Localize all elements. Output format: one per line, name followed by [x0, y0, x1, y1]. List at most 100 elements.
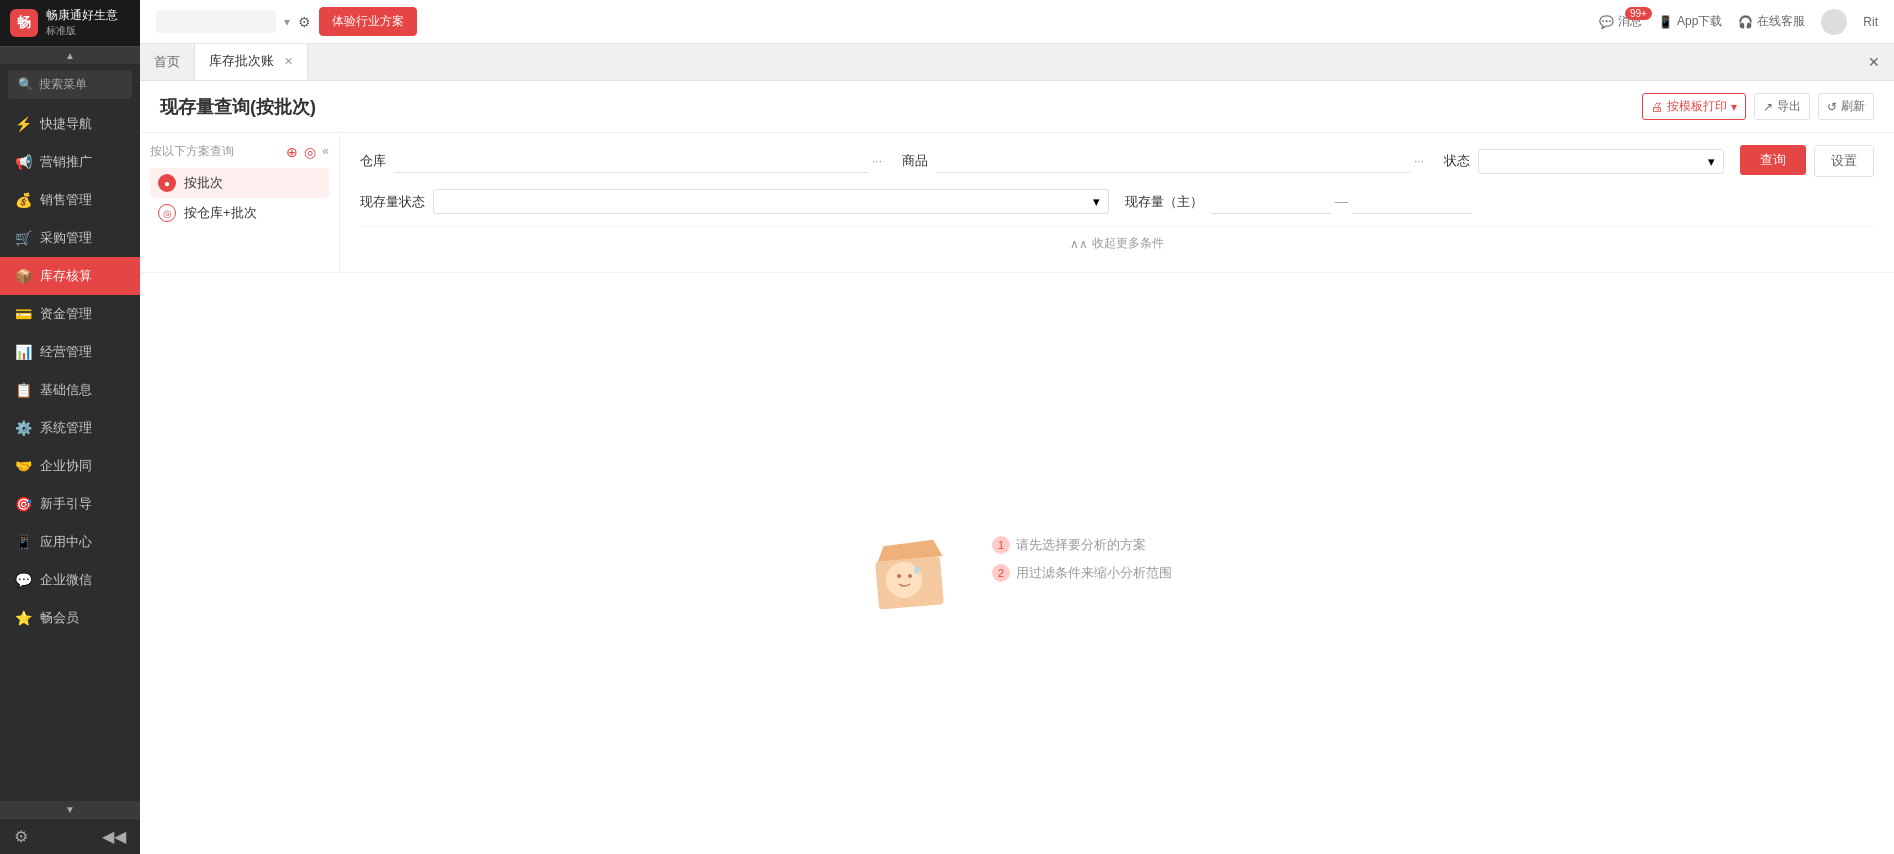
- service-icon: 🎧: [1738, 15, 1753, 29]
- print-btn[interactable]: 🖨 按模板打印 ▾: [1642, 93, 1746, 120]
- page-title: 现存量查询(按批次): [160, 95, 316, 119]
- tab-bar: 首页 库存批次账 ✕ ✕: [140, 44, 1894, 81]
- messages-btn[interactable]: 💬 消息 99+: [1599, 13, 1642, 30]
- stock-status-field: 现存量状态 ▾: [360, 189, 1109, 214]
- online-service-btn[interactable]: 🎧 在线客服: [1738, 13, 1805, 30]
- filter-scheme-panel: 按以下方案查询 ⊕ ◎ « ● 按批次 ◎ 按仓库+批次: [140, 133, 340, 272]
- tab-close-icon[interactable]: ✕: [284, 55, 293, 67]
- topbar-dropdown-icon[interactable]: ▾: [284, 15, 290, 29]
- finance-icon: 💳: [14, 305, 32, 323]
- stock-qty-label: 现存量（主）: [1125, 193, 1203, 211]
- product-field: 商品 ···: [902, 149, 1428, 173]
- product-more-btn[interactable]: ···: [1410, 154, 1428, 168]
- warehouse-field: 仓库 ···: [360, 149, 886, 173]
- basic-icon: 📋: [14, 381, 32, 399]
- scheme-item-warehouse-batch[interactable]: ◎ 按仓库+批次: [150, 198, 329, 228]
- sales-icon: 💰: [14, 191, 32, 209]
- sidebar-item-enterprise[interactable]: 🤝 企业协同: [0, 447, 140, 485]
- status-label: 状态: [1444, 152, 1470, 170]
- search-icon: 🔍: [18, 77, 33, 91]
- app-icon: 📱: [1658, 15, 1673, 29]
- query-button[interactable]: 查询: [1740, 145, 1806, 175]
- sidebar-item-label: 营销推广: [40, 153, 92, 171]
- status-select[interactable]: ▾: [1478, 149, 1724, 174]
- stock-qty-max-input[interactable]: [1352, 190, 1472, 214]
- experience-btn[interactable]: 体验行业方案: [319, 7, 417, 36]
- sidebar-item-system[interactable]: ⚙️ 系统管理: [0, 409, 140, 447]
- empty-tip-2: 2 用过滤条件来缩小分析范围: [992, 564, 1172, 582]
- sidebar-item-appstore[interactable]: 📱 应用中心: [0, 523, 140, 561]
- sidebar: 畅 畅康通好生意 标准版 ▲ 🔍 搜索菜单 ⚡ 快捷导航 📢 营销推广 💰 销售…: [0, 0, 140, 854]
- sidebar-item-quick[interactable]: ⚡ 快捷导航: [0, 105, 140, 143]
- sidebar-item-inventory[interactable]: 📦 库存核算: [0, 257, 140, 295]
- messages-badge: 99+: [1625, 7, 1652, 20]
- warehouse-more-btn[interactable]: ···: [868, 154, 886, 168]
- tab-inventory-batch[interactable]: 库存批次账 ✕: [195, 44, 308, 80]
- sidebar-item-label: 系统管理: [40, 419, 92, 437]
- stock-qty-min-input[interactable]: [1211, 190, 1331, 214]
- scheme-item-batch[interactable]: ● 按批次: [150, 168, 329, 198]
- sidebar-item-purchase[interactable]: 🛒 采购管理: [0, 219, 140, 257]
- print-icon: 🖨: [1651, 100, 1663, 114]
- sidebar-item-basic[interactable]: 📋 基础信息: [0, 371, 140, 409]
- status-field: 状态 ▾: [1444, 149, 1724, 174]
- settings-icon[interactable]: ⚙: [14, 827, 28, 846]
- empty-state: 1 请先选择要分析的方案 2 用过滤条件来缩小分析范围: [140, 273, 1894, 854]
- sidebar-item-newbie[interactable]: 🎯 新手引导: [0, 485, 140, 523]
- collapse-sidebar-icon[interactable]: ◀◀: [102, 827, 126, 846]
- export-btn[interactable]: ↗ 导出: [1754, 93, 1810, 120]
- stock-status-select[interactable]: ▾: [433, 189, 1109, 214]
- collapse-panel-btn[interactable]: «: [322, 144, 329, 160]
- scheme-dot-secondary: ◎: [158, 204, 176, 222]
- sidebar-scroll-up[interactable]: ▲: [0, 47, 140, 64]
- status-dropdown-icon: ▾: [1708, 154, 1715, 169]
- sidebar-scroll-down[interactable]: ▼: [0, 801, 140, 818]
- sidebar-item-sales[interactable]: 💰 销售管理: [0, 181, 140, 219]
- sidebar-item-finance[interactable]: 💳 资金管理: [0, 295, 140, 333]
- export-icon: ↗: [1763, 100, 1773, 114]
- product-input[interactable]: [936, 149, 1410, 173]
- sidebar-item-label: 经营管理: [40, 343, 92, 361]
- warehouse-input[interactable]: [394, 149, 868, 173]
- username: Rit: [1863, 15, 1878, 29]
- sidebar-search[interactable]: 🔍 搜索菜单: [8, 70, 132, 99]
- filter-row-2: 现存量状态 ▾ 现存量（主） —: [360, 189, 1874, 214]
- topbar-search[interactable]: [156, 10, 276, 33]
- collapse-more-btn[interactable]: ∧∧ 收起更多条件: [360, 226, 1874, 260]
- stock-status-label: 现存量状态: [360, 193, 425, 211]
- app-download-btn[interactable]: 📱 App下载: [1658, 13, 1722, 30]
- filter-row-1: 仓库 ··· 商品 ··· 状态 ▾: [360, 145, 1874, 177]
- tab-home[interactable]: 首页: [140, 45, 195, 79]
- sidebar-item-wechat[interactable]: 💬 企业微信: [0, 561, 140, 599]
- refresh-btn[interactable]: ↺ 刷新: [1818, 93, 1874, 120]
- scheme-dot-primary: ●: [158, 174, 176, 192]
- app-subtitle: 标准版: [46, 24, 118, 38]
- sidebar-nav: ⚡ 快捷导航 📢 营销推广 💰 销售管理 🛒 采购管理 📦 库存核算 💳 资金管…: [0, 105, 140, 801]
- settings-button[interactable]: 设置: [1814, 145, 1874, 177]
- sidebar-item-member[interactable]: ⭐ 畅会员: [0, 599, 140, 637]
- sidebar-item-marketing[interactable]: 📢 营销推广: [0, 143, 140, 181]
- add-scheme-icon[interactable]: ⊕: [286, 144, 298, 160]
- settings-scheme-icon[interactable]: ◎: [304, 144, 316, 160]
- refresh-icon: ↺: [1827, 100, 1837, 114]
- sidebar-item-label: 畅会员: [40, 609, 79, 627]
- sidebar-item-label: 库存核算: [40, 267, 92, 285]
- app-logo: 畅: [10, 9, 38, 37]
- sidebar-item-label: 基础信息: [40, 381, 92, 399]
- avatar[interactable]: [1821, 9, 1847, 35]
- svg-point-5: [914, 566, 920, 574]
- tab-close-all[interactable]: ✕: [1854, 46, 1894, 78]
- empty-illustration: [862, 514, 962, 614]
- sidebar-item-label: 企业微信: [40, 571, 92, 589]
- member-icon: ⭐: [14, 609, 32, 627]
- system-icon: ⚙️: [14, 419, 32, 437]
- print-dropdown-icon: ▾: [1731, 100, 1737, 114]
- topbar-gear-icon[interactable]: ⚙: [298, 14, 311, 30]
- filter-area: 按以下方案查询 ⊕ ◎ « ● 按批次 ◎ 按仓库+批次: [140, 133, 1894, 273]
- svg-point-3: [897, 574, 901, 578]
- sidebar-item-operations[interactable]: 📊 经营管理: [0, 333, 140, 371]
- enterprise-icon: 🤝: [14, 457, 32, 475]
- chevron-up-icon: ∧∧: [1070, 237, 1088, 251]
- sidebar-item-label: 企业协同: [40, 457, 92, 475]
- page-header: 现存量查询(按批次) 🖨 按模板打印 ▾ ↗ 导出 ↺ 刷新: [140, 81, 1894, 133]
